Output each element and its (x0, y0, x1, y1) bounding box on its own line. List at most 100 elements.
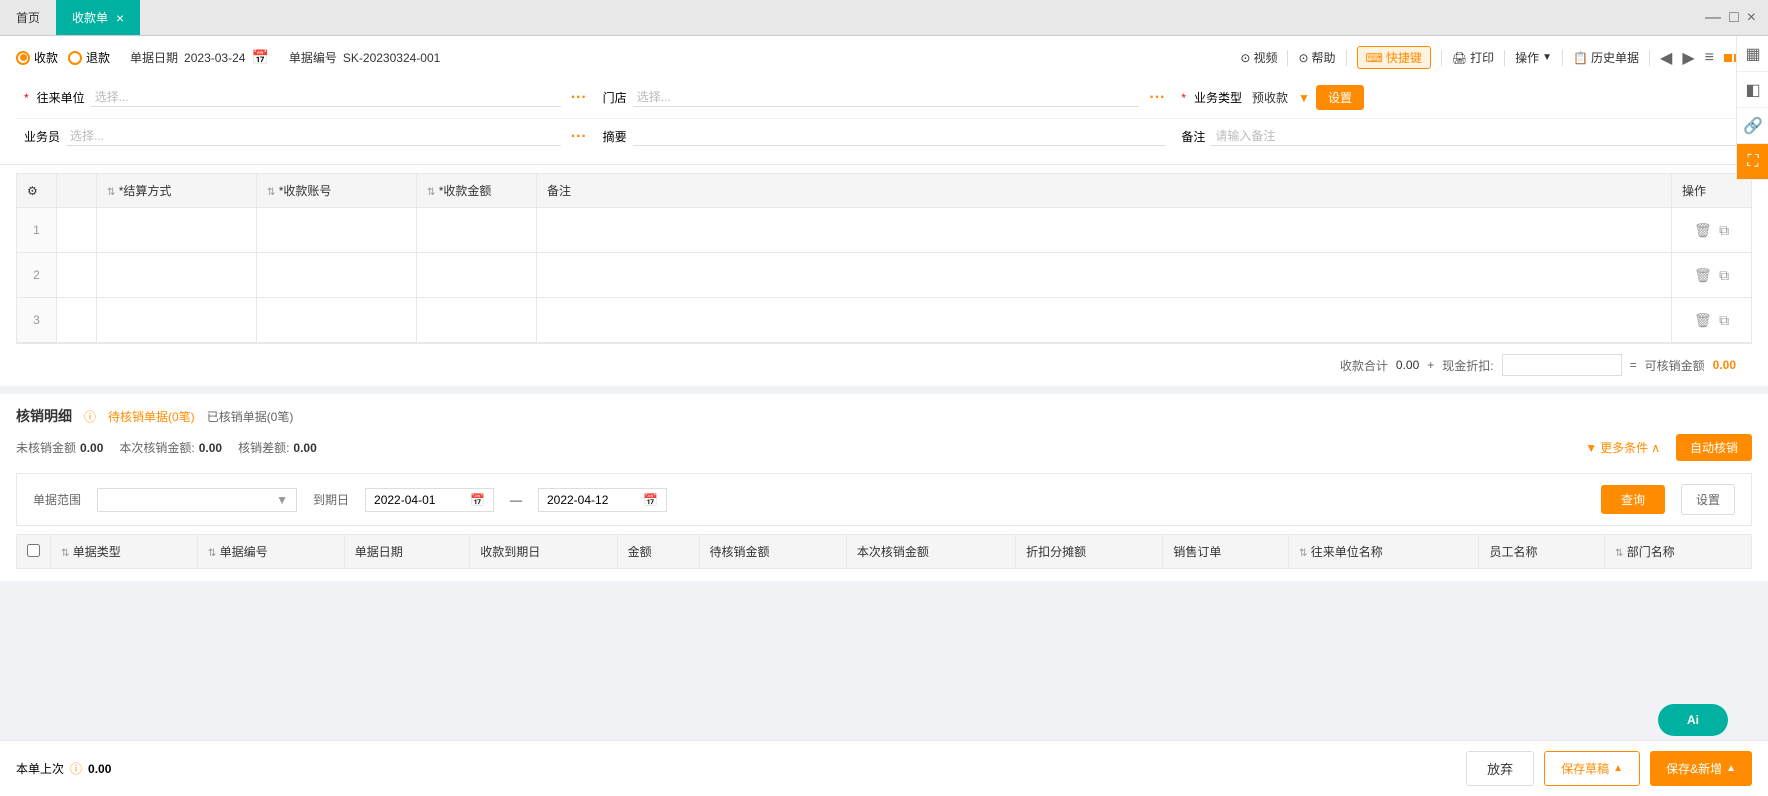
row-3-delete-icon[interactable]: 🗑 (1694, 312, 1712, 328)
remark-input[interactable] (1211, 127, 1744, 146)
shortcut-btn[interactable]: ⌨ 快捷键 (1357, 46, 1431, 69)
row-2-skzh[interactable] (257, 253, 417, 298)
help-btn[interactable]: ⊙ 帮助 (1298, 49, 1335, 66)
nav-left-icon[interactable]: ◀ (1660, 48, 1672, 68)
col-amount-label: 金额 (628, 545, 652, 559)
col-sales-label: 销售订单 (1173, 545, 1221, 559)
filter-settings-btn[interactable]: 设置 (1681, 484, 1735, 515)
sort-jsfz-icon[interactable]: ⇅ (107, 187, 115, 198)
row-3-skzh[interactable] (257, 298, 417, 343)
col-counterpart-label: 往来单位名称 (1311, 545, 1383, 559)
history-btn[interactable]: 📋 历史单据 (1573, 49, 1639, 66)
row-1-skzh[interactable] (257, 208, 417, 253)
toolbar-right: ⊙ 视频 ⊙ 帮助 ⌨ 快捷键 🖨 打印 (1240, 46, 1752, 69)
maximize-icon[interactable]: □ (1729, 9, 1739, 27)
operations-btn[interactable]: 操作 ▼ (1515, 49, 1552, 66)
bill-date-value: 2023-03-24 (184, 51, 245, 65)
biz-type-label: 业务类型 (1194, 89, 1242, 106)
sort-dept-icon[interactable]: ⇅ (1615, 548, 1623, 559)
store-more-btn[interactable]: ··· (1149, 89, 1165, 107)
radio-refund-dot (68, 51, 82, 65)
bill-no-field: 单据编号 SK-20230324-001 (289, 49, 440, 66)
date-calendar-icon[interactable]: 📅 (251, 49, 268, 66)
row-2-delete-icon[interactable]: 🗑 (1694, 267, 1712, 283)
bill-date-field: 单据日期 2023-03-24 📅 (130, 49, 269, 66)
info-icon[interactable]: ⓘ (84, 408, 96, 425)
table-row: 2 🗑 ⧉ (17, 253, 1752, 298)
row-1-skje[interactable] (417, 208, 537, 253)
remark-label: 备注 (1181, 128, 1205, 145)
counterpart-more-btn[interactable]: ··· (571, 89, 587, 107)
row-1-copy-icon[interactable]: ⧉ (1719, 222, 1729, 238)
sort-skje-icon[interactable]: ⇅ (427, 187, 435, 198)
save-new-button[interactable]: 保存&新增 ▲ (1650, 751, 1752, 786)
radio-receipt[interactable]: 收款 (16, 49, 58, 66)
counterpart-field: * 往来单位 ··· (16, 84, 595, 111)
col-amount-header: 金额 (617, 535, 699, 569)
row-2-skje[interactable] (417, 253, 537, 298)
summary-input[interactable] (633, 127, 1166, 146)
row-2-num: 2 (17, 253, 57, 298)
query-button[interactable]: 查询 (1601, 485, 1665, 514)
discard-button[interactable]: 放弃 (1466, 751, 1534, 786)
tab-home[interactable]: 首页 (0, 0, 56, 35)
settings-button[interactable]: 设置 (1316, 85, 1364, 110)
counterpart-required: * (24, 91, 29, 105)
store-input[interactable] (633, 88, 1140, 107)
col-current-header: 本次核销金额 (846, 535, 1015, 569)
sort-bt-icon[interactable]: ⇅ (61, 548, 69, 559)
pending-tab[interactable]: 待核销单据(0笔) (108, 408, 195, 425)
unclaimed-stat: 未核销金额 0.00 (16, 439, 103, 456)
salesperson-more-btn[interactable]: ··· (571, 128, 587, 146)
sort-bn-icon[interactable]: ⇅ (208, 548, 216, 559)
row-3-note[interactable] (537, 298, 1672, 343)
select-all-checkbox[interactable] (27, 544, 40, 557)
row-2-copy-icon[interactable]: ⧉ (1719, 267, 1729, 283)
radio-group: 收款 退款 (16, 49, 110, 66)
row-3-copy-icon[interactable]: ⧉ (1719, 312, 1729, 328)
sidebar-db-icon[interactable]: ◧ (1737, 72, 1768, 108)
salesperson-input[interactable] (66, 127, 561, 146)
sidebar-table-icon[interactable]: ▦ (1737, 36, 1768, 72)
save-draft-button[interactable]: 保存草稿 ▲ (1544, 751, 1640, 786)
sidebar-attach-icon[interactable]: 🔗 (1737, 108, 1768, 144)
completed-tab[interactable]: 已核销单据(0笔) (207, 408, 294, 425)
row-1-num: 1 (17, 208, 57, 253)
sort-cp-icon[interactable]: ⇅ (1299, 548, 1307, 559)
video-btn[interactable]: ⊙ 视频 (1240, 49, 1277, 66)
row-3-skje[interactable] (417, 298, 537, 343)
ai-bubble[interactable]: Ai (1658, 704, 1728, 736)
sidebar-screen-icon[interactable]: ⛶ (1737, 144, 1768, 180)
cal-end-icon[interactable]: 📅 (643, 493, 658, 507)
radio-refund[interactable]: 退款 (68, 49, 110, 66)
store-label: 门店 (603, 89, 627, 106)
minimize-icon[interactable]: — (1705, 9, 1721, 27)
row-1-delete-icon[interactable]: 🗑 (1694, 222, 1712, 238)
print-btn[interactable]: 🖨 打印 (1452, 49, 1494, 66)
auto-writeoff-btn[interactable]: 自动核销 (1676, 434, 1752, 461)
more-conditions-btn[interactable]: ▼ 更多条件 ∧ (1585, 439, 1660, 456)
range-select[interactable]: ▼ (97, 488, 297, 512)
row-3-jsfz[interactable] (97, 298, 257, 343)
total-value: 0.00 (1396, 358, 1419, 372)
sort-skzh-icon[interactable]: ⇅ (267, 187, 275, 198)
row-2-note[interactable] (537, 253, 1672, 298)
tab-home-label: 首页 (16, 9, 40, 26)
col-discount-header: 折扣分摊额 (1016, 535, 1163, 569)
biz-type-dropdown-icon[interactable]: ▼ (1298, 91, 1310, 105)
cal-start-icon[interactable]: 📅 (470, 493, 485, 507)
col-jsfz-header: ⇅ *结算方式 (97, 174, 257, 208)
col-setting-header[interactable]: ⚙ (17, 174, 57, 208)
date-start-input[interactable] (374, 493, 464, 507)
counterpart-input[interactable] (91, 88, 561, 107)
close-icon[interactable]: × (1747, 9, 1756, 27)
date-end-input[interactable] (547, 493, 637, 507)
row-1-note[interactable] (537, 208, 1672, 253)
row-2-jsfz[interactable] (97, 253, 257, 298)
tab-close-icon[interactable]: × (116, 10, 124, 26)
list-icon[interactable]: ≡ (1705, 49, 1714, 67)
discount-input[interactable] (1502, 354, 1622, 376)
nav-right-icon[interactable]: ▶ (1682, 48, 1694, 68)
row-1-jsfz[interactable] (97, 208, 257, 253)
tab-receipt[interactable]: 收款单 × (56, 0, 140, 35)
